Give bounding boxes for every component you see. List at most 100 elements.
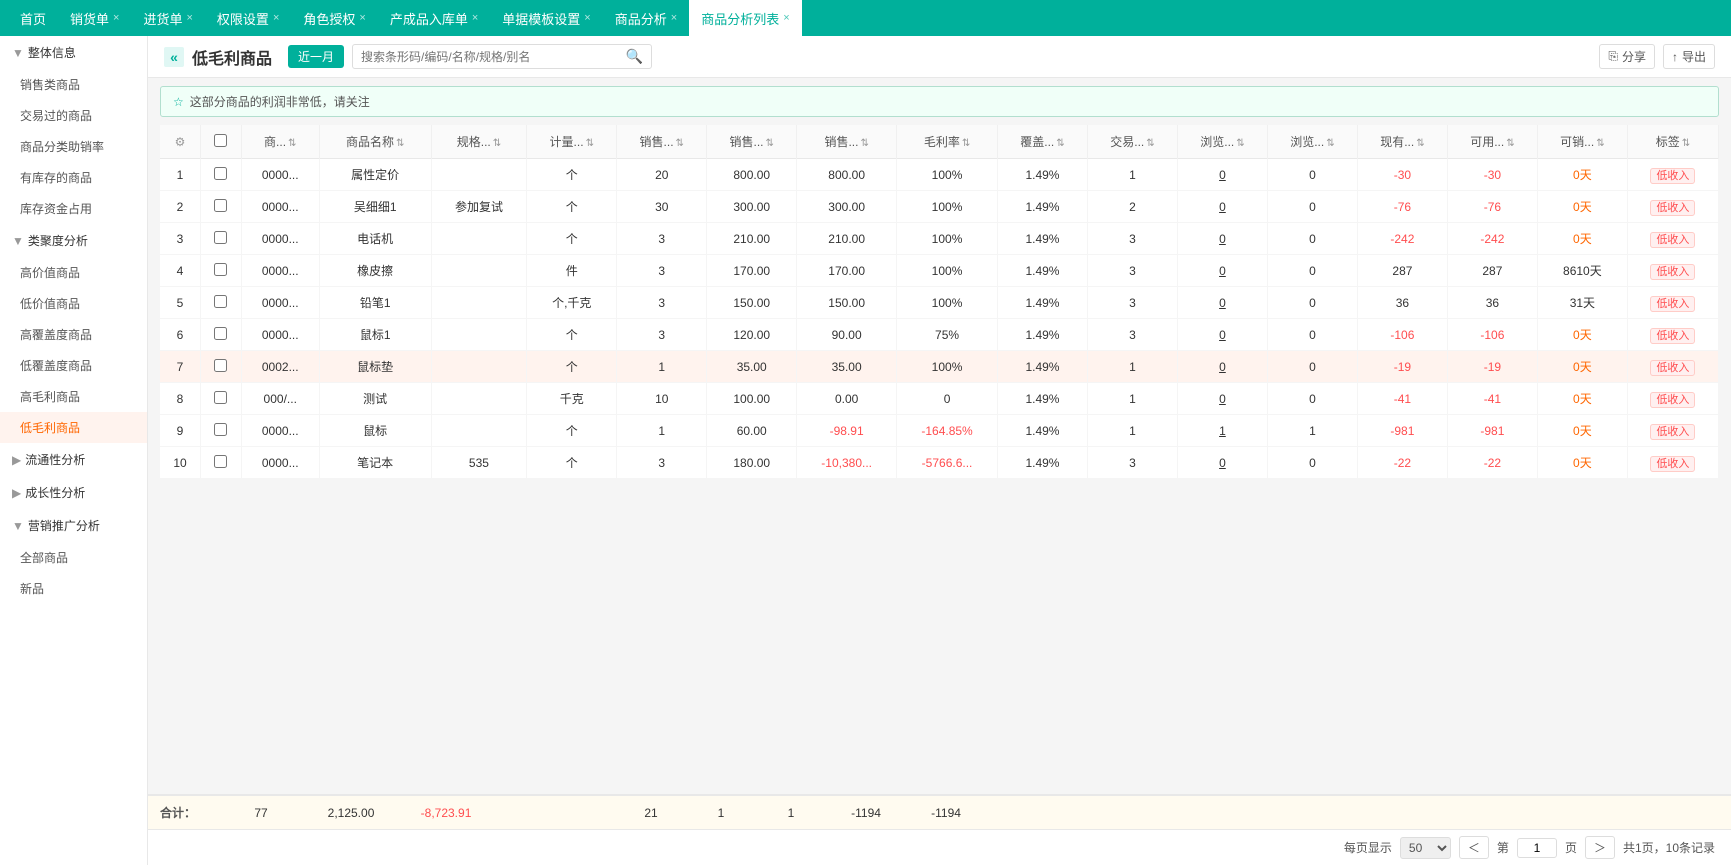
settings-icon[interactable]: ⚙ [175,135,186,149]
view1-cell[interactable]: 1 [1177,415,1267,447]
share-button[interactable]: ⎘ 分享 [1599,44,1655,69]
close-icon[interactable]: × [273,12,279,24]
sidebar-item-high-margin[interactable]: 高毛利商品 [0,381,147,412]
close-icon[interactable]: × [113,12,119,24]
view1-cell[interactable]: 0 [1177,255,1267,287]
row-checkbox[interactable] [214,327,227,340]
row-number: 9 [160,415,201,447]
table-cell: 3 [617,287,707,319]
sidebar-item-sales-products[interactable]: 销售类商品 [0,69,147,100]
sidebar-item-traded-products[interactable]: 交易过的商品 [0,100,147,131]
footer-view1: 1 [686,806,756,820]
row-checkbox[interactable] [214,423,227,436]
table-row: 60000...鼠标1个3120.0090.0075%1.49%300-106-… [160,319,1719,351]
sidebar-item-category-sales-rate[interactable]: 商品分类助销率 [0,131,147,162]
sidebar-item-high-value[interactable]: 高价值商品 [0,257,147,288]
current-page-input[interactable] [1517,838,1557,858]
row-checkbox[interactable] [214,455,227,468]
table-cell: 0 [1267,319,1357,351]
view1-cell[interactable]: 0 [1177,447,1267,479]
table-cell: 参加复试 [431,191,527,223]
sort-icon[interactable]: ⇅ [962,138,970,149]
nav-finished-goods[interactable]: 产成品入库单 × [378,0,490,36]
sort-icon[interactable]: ⇅ [396,138,404,149]
sort-icon[interactable]: ⇅ [1326,138,1334,149]
close-icon[interactable]: × [783,12,789,24]
view1-cell[interactable]: 0 [1177,351,1267,383]
sidebar-item-low-coverage[interactable]: 低覆盖度商品 [0,350,147,381]
sidebar-item-low-margin[interactable]: 低毛利商品 [0,412,147,443]
sidebar-item-stock-capital[interactable]: 库存资金占用 [0,193,147,224]
row-checkbox-cell [201,351,242,383]
col-gear[interactable]: ⚙ [160,125,201,159]
close-icon[interactable]: × [472,12,478,24]
row-checkbox[interactable] [214,167,227,180]
sidebar-item-stocked-products[interactable]: 有库存的商品 [0,162,147,193]
close-icon[interactable]: × [671,12,677,24]
row-number: 10 [160,447,201,479]
search-input[interactable] [361,50,626,64]
sort-icon[interactable]: ⇅ [1146,138,1154,149]
close-icon[interactable]: × [186,12,192,24]
view1-cell[interactable]: 0 [1177,191,1267,223]
row-checkbox[interactable] [214,391,227,404]
view1-cell[interactable]: 0 [1177,383,1267,415]
close-icon[interactable]: × [584,12,590,24]
sort-icon[interactable]: ⇅ [766,138,774,149]
sort-icon[interactable]: ⇅ [1506,138,1514,149]
sort-icon[interactable]: ⇅ [288,138,296,149]
nav-template-settings[interactable]: 单据模板设置 × [490,0,602,36]
sidebar-item-all-products[interactable]: 全部商品 [0,542,147,573]
view1-cell[interactable]: 0 [1177,319,1267,351]
sort-icon[interactable]: ⇅ [1056,138,1064,149]
next-page-button[interactable]: ＞ [1585,836,1615,859]
nav-product-analysis[interactable]: 商品分析 × [603,0,689,36]
sort-icon[interactable]: ⇅ [586,138,594,149]
row-checkbox[interactable] [214,359,227,372]
sort-icon[interactable]: ⇅ [1416,138,1424,149]
sidebar-item-high-coverage[interactable]: 高覆盖度商品 [0,319,147,350]
view1-cell[interactable]: 0 [1177,159,1267,191]
export-button[interactable]: ↑ 导出 [1663,44,1715,69]
table-cell: 个 [527,159,617,191]
sort-icon[interactable]: ⇅ [676,138,684,149]
prev-page-button[interactable]: ＜ [1459,836,1489,859]
sort-icon[interactable]: ⇅ [1596,138,1604,149]
sidebar-section-cluster[interactable]: ▼ 类聚度分析 [0,224,147,257]
sort-icon[interactable]: ⇅ [1236,138,1244,149]
sidebar-section-growth[interactable]: ▶ 成长性分析 [0,476,147,509]
row-checkbox[interactable] [214,263,227,276]
col-view2: 浏览...⇅ [1267,125,1357,159]
nav-permissions[interactable]: 权限设置 × [205,0,291,36]
nav-purchase-order[interactable]: 进货单 × [131,0,204,36]
nav-home[interactable]: 首页 [8,0,58,36]
sidebar-section-liquidity[interactable]: ▶ 流通性分析 [0,443,147,476]
sidebar-section-overall[interactable]: ▼ 整体信息 [0,36,147,69]
sort-icon[interactable]: ⇅ [493,138,501,149]
table-cell: 36 [1357,287,1447,319]
page-size-select[interactable]: 50 100 200 [1400,837,1451,859]
table-cell: 1.49% [997,159,1087,191]
page-size-label: 每页显示 [1344,839,1392,856]
collapse-sidebar-button[interactable]: « [164,47,184,67]
view1-cell[interactable]: 0 [1177,287,1267,319]
close-icon[interactable]: × [359,12,365,24]
row-number: 7 [160,351,201,383]
sort-icon[interactable]: ⇅ [1682,138,1690,149]
view1-cell[interactable]: 0 [1177,223,1267,255]
nav-sales-order[interactable]: 销货单 × [58,0,131,36]
col-checkbox[interactable] [201,125,242,159]
tag-cell: 低收入 [1627,287,1718,319]
sidebar-item-new-products[interactable]: 新品 [0,573,147,604]
nav-product-analysis-list[interactable]: 商品分析列表 × [689,0,801,36]
nav-role-auth[interactable]: 角色授权 × [291,0,377,36]
period-button[interactable]: 近一月 [288,45,344,68]
sidebar-item-low-value[interactable]: 低价值商品 [0,288,147,319]
select-all-checkbox[interactable] [214,134,227,147]
row-checkbox[interactable] [214,295,227,308]
sidebar-section-marketing[interactable]: ▼ 营销推广分析 [0,509,147,542]
row-checkbox[interactable] [214,231,227,244]
sort-icon[interactable]: ⇅ [860,138,868,149]
row-checkbox[interactable] [214,199,227,212]
col-saleable: 可销...⇅ [1537,125,1627,159]
